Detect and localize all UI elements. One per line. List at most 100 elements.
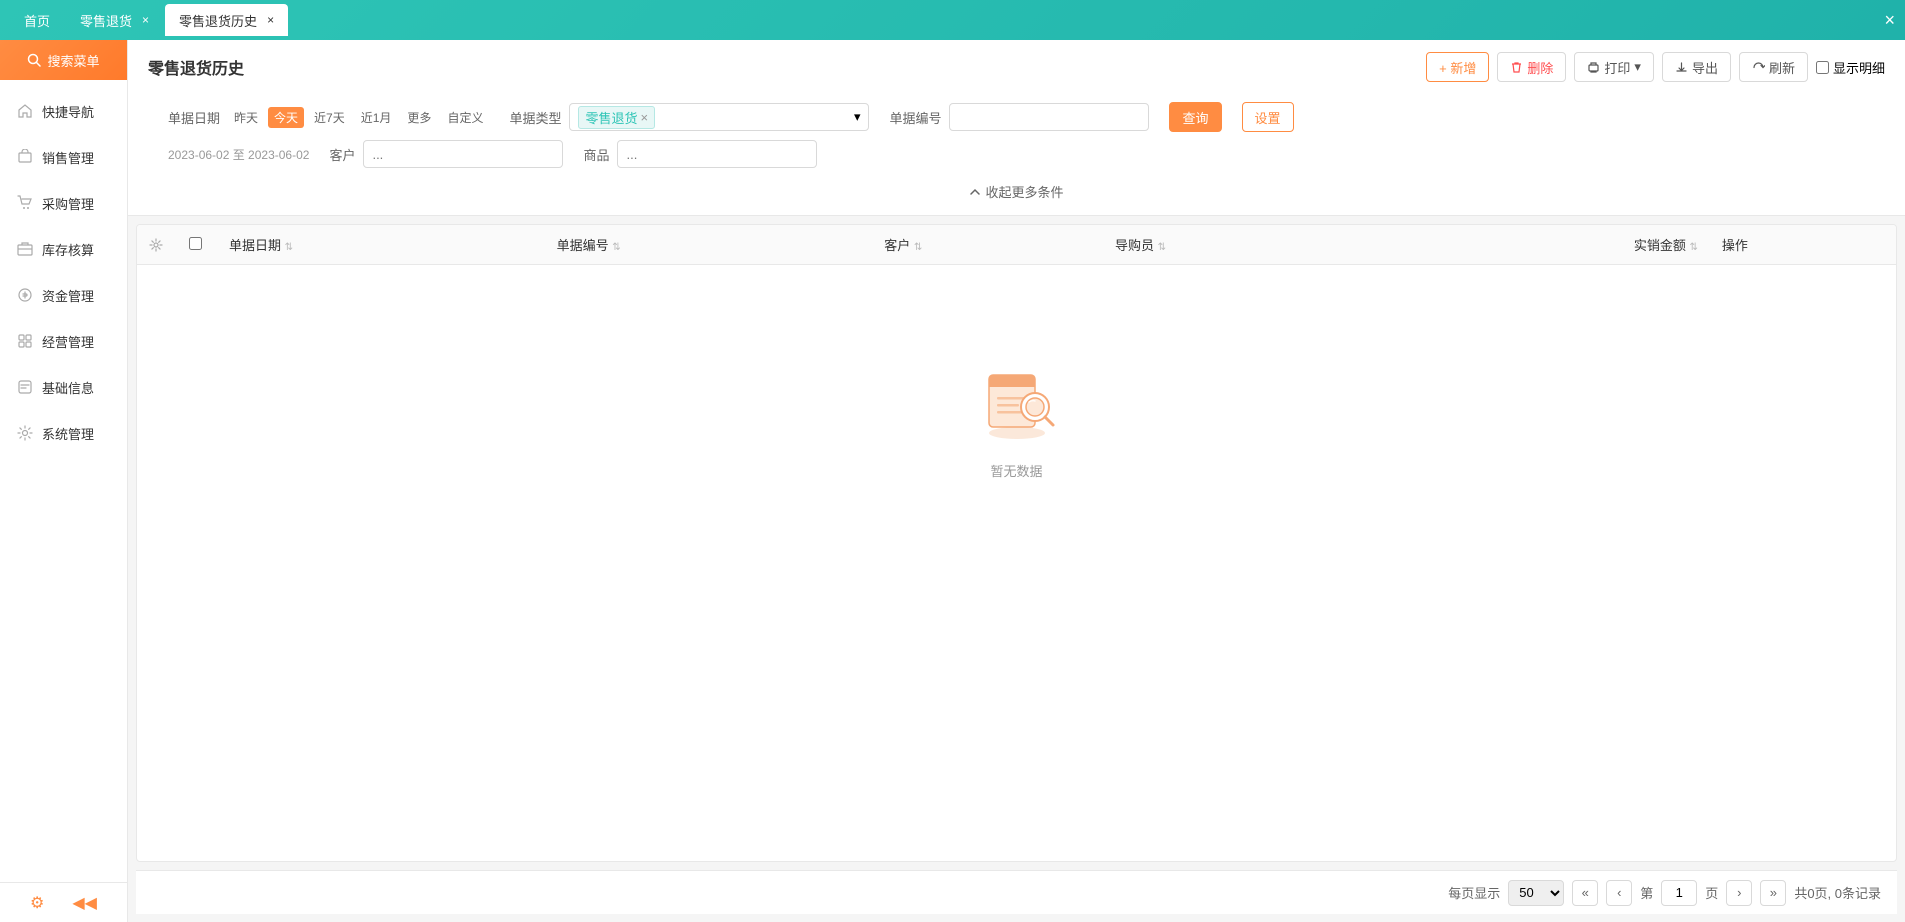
- pagination: 每页显示 50 10 20 100 « ‹ 第 页 › » 共0页, 0条记录: [136, 870, 1897, 914]
- new-button[interactable]: + 新增: [1426, 52, 1489, 82]
- date-shortcuts: 昨天 今天 近7天 近1月 更多 自定义: [228, 107, 489, 128]
- th-checkbox[interactable]: [177, 225, 217, 265]
- sidebar-item-quick-nav[interactable]: 快捷导航: [0, 88, 127, 134]
- sidebar-item-sales-mgmt[interactable]: 销售管理: [0, 134, 127, 180]
- data-table: 单据日期 ⇅ 单据编号 ⇅ 客户 ⇅ 导购员: [137, 225, 1896, 560]
- th-doc-no[interactable]: 单据编号 ⇅: [545, 225, 873, 265]
- th-action: 操作: [1710, 225, 1896, 265]
- system-icon: [16, 424, 34, 442]
- print-button[interactable]: 打印 ▾: [1574, 52, 1654, 82]
- sidebar-item-system[interactable]: 系统管理: [0, 410, 127, 456]
- print-icon: [1587, 61, 1600, 74]
- th-doc-date[interactable]: 单据日期 ⇅: [217, 225, 545, 265]
- delete-button[interactable]: 删除: [1497, 52, 1566, 82]
- show-detail-checkbox[interactable]: 显示明细: [1816, 58, 1885, 77]
- purchase-icon: [16, 194, 34, 212]
- sidebar-search[interactable]: 搜索菜单: [0, 40, 127, 80]
- window-close-button[interactable]: ×: [1884, 10, 1895, 31]
- date-btn-yesterday[interactable]: 昨天: [228, 107, 264, 128]
- th-doc-date-label: 单据日期: [229, 238, 281, 253]
- goods-label: 商品: [583, 145, 609, 164]
- sort-arrows-customer: ⇅: [914, 242, 922, 253]
- collapse-button[interactable]: 收起更多条件: [168, 176, 1865, 207]
- th-customer[interactable]: 客户 ⇅: [872, 225, 1103, 265]
- date-btn-more[interactable]: 更多: [401, 107, 437, 128]
- table-settings-icon: [149, 238, 163, 252]
- tab-retail-return-history[interactable]: 零售退货历史 ×: [165, 4, 288, 36]
- tab-retail-return-label: 零售退货: [80, 11, 132, 30]
- export-icon: [1675, 61, 1688, 74]
- last-page-button[interactable]: »: [1760, 880, 1786, 906]
- doc-type-tag-close[interactable]: ×: [640, 110, 648, 125]
- sidebar-item-basic-info[interactable]: 基础信息: [0, 364, 127, 410]
- main-layout: 搜索菜单 快捷导航 销售管理: [0, 40, 1905, 922]
- doc-type-dropdown-icon: ▾: [854, 109, 861, 125]
- date-range-display: 2023-06-02 至 2023-06-02: [168, 146, 309, 163]
- doc-type-label: 单据类型: [509, 108, 561, 127]
- finance-icon: [16, 286, 34, 304]
- tab-home[interactable]: 首页: [10, 4, 64, 36]
- doc-no-input[interactable]: [949, 103, 1149, 131]
- filter-row-2: 2023-06-02 至 2023-06-02 客户 商品: [168, 140, 1865, 168]
- tab-bar: 首页 零售退货 × 零售退货历史 ×: [10, 4, 1884, 36]
- th-settings[interactable]: [137, 225, 177, 265]
- date-filter-label: 单据日期: [168, 108, 220, 127]
- delete-icon: [1510, 61, 1523, 74]
- prev-page-button[interactable]: ‹: [1606, 880, 1632, 906]
- date-btn-7days[interactable]: 近7天: [308, 107, 351, 128]
- empty-text: 暂无数据: [990, 461, 1042, 480]
- date-btn-1month[interactable]: 近1月: [355, 107, 398, 128]
- sidebar-item-purchase-mgmt[interactable]: 采购管理: [0, 180, 127, 226]
- topbar: 首页 零售退货 × 零售退货历史 × ×: [0, 0, 1905, 40]
- per-page-label: 每页显示: [1448, 883, 1500, 902]
- customer-input[interactable]: [363, 140, 563, 168]
- inventory-icon: [16, 240, 34, 258]
- sidebar-item-basic-info-label: 基础信息: [42, 378, 94, 397]
- search-icon: [27, 53, 41, 67]
- date-btn-custom[interactable]: 自定义: [441, 107, 489, 128]
- sidebar-item-inventory[interactable]: 库存核算: [0, 226, 127, 272]
- page-input[interactable]: [1661, 880, 1697, 906]
- refresh-button-label: 刷新: [1769, 58, 1795, 77]
- gear-icon[interactable]: ⚙: [30, 893, 44, 913]
- query-button-label: 查询: [1182, 108, 1208, 127]
- tab-retail-return[interactable]: 零售退货 ×: [66, 4, 163, 36]
- date-btn-today[interactable]: 今天: [268, 107, 304, 128]
- tab-retail-return-close[interactable]: ×: [142, 13, 149, 27]
- goods-filter: 商品: [583, 140, 817, 168]
- th-customer-label: 客户: [884, 238, 910, 253]
- query-button[interactable]: 查询: [1169, 102, 1221, 132]
- per-page-select[interactable]: 50 10 20 100: [1508, 880, 1564, 906]
- setting-button[interactable]: 设置: [1242, 102, 1294, 132]
- export-button-label: 导出: [1692, 58, 1718, 77]
- th-guide[interactable]: 导购员 ⇅: [1103, 225, 1382, 265]
- sidebar-menu: 快捷导航 销售管理: [0, 80, 127, 882]
- print-button-label: 打印: [1604, 58, 1630, 77]
- content-area: 零售退货历史 + 新增 删除: [128, 40, 1905, 922]
- th-amount[interactable]: 实销金额 ⇅: [1382, 225, 1710, 265]
- empty-illustration: [967, 345, 1067, 445]
- customer-filter: 客户: [329, 140, 563, 168]
- tab-retail-return-history-close[interactable]: ×: [267, 13, 274, 27]
- sort-arrows-amount: ⇅: [1689, 242, 1697, 253]
- page-label: 第: [1640, 883, 1653, 902]
- show-detail-input[interactable]: [1816, 61, 1829, 74]
- doc-type-tag: 零售退货 ×: [578, 106, 655, 129]
- tab-retail-return-history-label: 零售退货历史: [179, 11, 257, 30]
- select-all-checkbox[interactable]: [189, 237, 202, 250]
- sidebar: 搜索菜单 快捷导航 销售管理: [0, 40, 128, 922]
- sidebar-item-sales-mgmt-label: 销售管理: [42, 148, 94, 167]
- goods-input[interactable]: [617, 140, 817, 168]
- first-page-button[interactable]: «: [1572, 880, 1598, 906]
- audio-icon[interactable]: ◀◀: [72, 893, 97, 913]
- export-button[interactable]: 导出: [1662, 52, 1731, 82]
- sidebar-item-operations-label: 经营管理: [42, 332, 94, 351]
- sidebar-item-operations[interactable]: 经营管理: [0, 318, 127, 364]
- sidebar-search-label: 搜索菜单: [47, 51, 99, 70]
- print-chevron-icon: ▾: [1634, 59, 1641, 75]
- empty-state: 暂无数据: [137, 265, 1896, 560]
- doc-type-select[interactable]: 零售退货 × ▾: [569, 103, 869, 131]
- sidebar-item-finance[interactable]: 资金管理: [0, 272, 127, 318]
- refresh-button[interactable]: 刷新: [1739, 52, 1808, 82]
- next-page-button[interactable]: ›: [1726, 880, 1752, 906]
